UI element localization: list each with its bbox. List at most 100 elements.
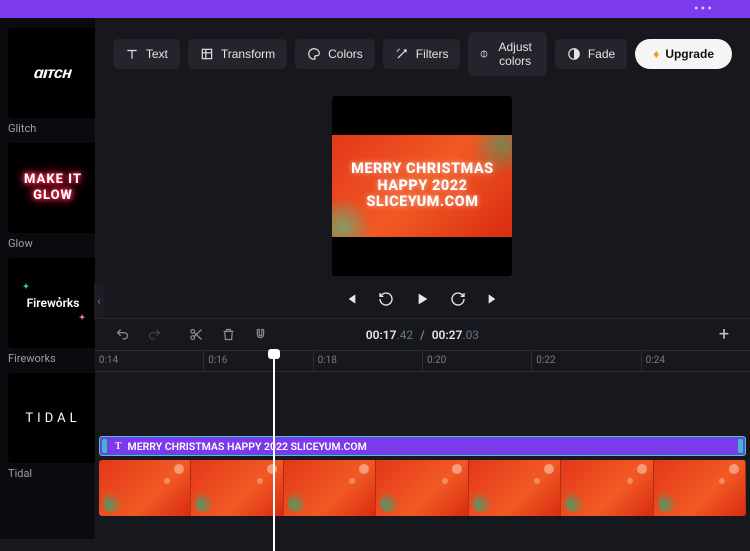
redo-button[interactable] xyxy=(141,323,169,347)
glow-logo-l1: MAKE IT xyxy=(24,172,82,187)
sidebar-item-tidal[interactable]: TIDAL Tidal xyxy=(8,373,87,480)
clip-frame-thumb xyxy=(191,460,283,516)
adjust-colors-button[interactable]: Adjust colors xyxy=(468,32,546,76)
video-clip[interactable] xyxy=(99,460,746,516)
add-track-button[interactable]: + xyxy=(712,324,736,345)
wand-icon xyxy=(395,47,409,61)
timeline-tracks[interactable]: T MERRY CHRISTMAS HAPPY 2022 SLICEYUM.CO… xyxy=(95,372,750,516)
play-icon xyxy=(414,291,430,307)
upgrade-button-label: Upgrade xyxy=(665,47,714,61)
redo-icon xyxy=(147,327,162,342)
fast-forward-button[interactable] xyxy=(449,290,467,308)
clip-frame-thumb xyxy=(654,460,746,516)
video-overlay-text: MERRY CHRISTMAS HAPPY 2022 SLICEYUM.COM xyxy=(347,161,498,211)
timeline-ruler[interactable]: 0:14 0:16 0:18 0:20 0:22 0:24 xyxy=(95,350,750,372)
sidebar-label-tidal: Tidal xyxy=(8,467,87,480)
tidal-thumbnail: TIDAL xyxy=(8,373,95,463)
transform-button[interactable]: Transform xyxy=(188,39,287,69)
total-time-frac: .03 xyxy=(462,328,479,342)
glow-logo-l2: GLOW xyxy=(33,188,73,203)
ruler-tick: 0:24 xyxy=(641,351,750,371)
split-button[interactable] xyxy=(183,323,211,347)
ruler-tick: 0:20 xyxy=(422,351,531,371)
skip-start-button[interactable] xyxy=(341,290,359,308)
diamond-icon: ♦ xyxy=(653,47,659,61)
delete-button[interactable] xyxy=(215,323,243,347)
rewind-icon xyxy=(378,291,394,307)
text-button[interactable]: Text xyxy=(113,39,180,69)
colors-button[interactable]: Colors xyxy=(295,39,375,69)
skip-end-button[interactable] xyxy=(485,290,503,308)
rewind-button[interactable] xyxy=(377,290,395,308)
transform-button-label: Transform xyxy=(221,47,275,61)
text-button-label: Text xyxy=(146,47,168,61)
skip-start-icon xyxy=(342,291,358,307)
adjust-colors-button-label: Adjust colors xyxy=(495,40,534,68)
glitch-logo: ɑıᴛᴄʜ xyxy=(33,63,73,83)
main-area: ɑıᴛᴄʜ Glitch MAKE IT GLOW Glow Firewỏrks… xyxy=(0,18,750,539)
clip-frame-thumb xyxy=(99,460,191,516)
preview-line2: HAPPY 2022 xyxy=(377,177,467,194)
snap-button[interactable] xyxy=(247,323,275,347)
fast-forward-icon xyxy=(450,291,466,307)
video-preview[interactable]: MERRY CHRISTMAS HAPPY 2022 SLICEYUM.COM xyxy=(332,96,512,276)
upgrade-button[interactable]: ♦ Upgrade xyxy=(635,39,732,69)
text-clip-label: MERRY CHRISTMAS HAPPY 2022 SLICEYUM.COM xyxy=(128,440,367,453)
total-time: 00:27 xyxy=(432,328,463,342)
current-time: 00:17 xyxy=(366,328,397,342)
transform-icon xyxy=(200,47,214,61)
playback-controls xyxy=(341,290,503,308)
fireworks-thumbnail: Firewỏrks xyxy=(8,258,95,348)
fireworks-logo: Firewỏrks xyxy=(27,296,80,310)
fade-button-label: Fade xyxy=(588,47,615,61)
sidebar-item-glow[interactable]: MAKE IT GLOW Glow xyxy=(8,143,87,250)
glow-thumbnail: MAKE IT GLOW xyxy=(8,143,95,233)
sidebar-label-glow: Glow xyxy=(8,237,87,250)
tidal-logo: TIDAL xyxy=(25,411,80,426)
glitch-thumbnail: ɑıᴛᴄʜ xyxy=(8,28,95,118)
text-icon: T xyxy=(115,441,122,452)
sidebar-collapse-handle[interactable]: ‹ xyxy=(94,283,104,319)
trash-icon xyxy=(221,327,236,342)
text-icon xyxy=(125,47,139,61)
video-frame: MERRY CHRISTMAS HAPPY 2022 SLICEYUM.COM xyxy=(332,135,512,237)
sidebar-item-fireworks[interactable]: Firewỏrks Fireworks xyxy=(8,258,87,365)
preview-line3: SLICEYUM.COM xyxy=(366,193,478,210)
current-time-frac: .42 xyxy=(396,328,413,342)
timecode-separator: / xyxy=(420,328,425,342)
clip-frame-thumb xyxy=(376,460,468,516)
undo-button[interactable] xyxy=(109,323,137,347)
undo-icon xyxy=(115,327,130,342)
more-menu-icon[interactable]: ••• xyxy=(694,1,714,17)
clip-frame-thumb xyxy=(469,460,561,516)
sidebar-label-glitch: Glitch xyxy=(8,122,87,135)
ruler-tick: 0:22 xyxy=(531,351,640,371)
preview-line1: MERRY CHRISTMAS xyxy=(351,160,494,177)
fade-button[interactable]: Fade xyxy=(555,39,627,69)
ruler-tick: 0:14 xyxy=(95,351,203,371)
colors-button-label: Colors xyxy=(328,47,363,61)
contrast-icon xyxy=(480,47,488,61)
style-sidebar: ɑıᴛᴄʜ Glitch MAKE IT GLOW Glow Firewỏrks… xyxy=(0,18,95,539)
timeline-toolbar: 00:17.42 / 00:27.03 + xyxy=(95,318,750,350)
ruler-tick: 0:16 xyxy=(203,351,312,371)
ruler-tick: 0:18 xyxy=(313,351,422,371)
play-button[interactable] xyxy=(413,290,431,308)
filters-button[interactable]: Filters xyxy=(383,39,461,69)
magnet-icon xyxy=(253,327,268,342)
timecode-display: 00:17.42 / 00:27.03 xyxy=(366,328,479,342)
text-clip[interactable]: T MERRY CHRISTMAS HAPPY 2022 SLICEYUM.CO… xyxy=(99,436,746,456)
editor-toolbar: Text Transform Colors Filters Adjust col… xyxy=(95,18,750,90)
app-title-bar: ••• xyxy=(0,0,750,18)
fade-icon xyxy=(567,47,581,61)
clip-frame-thumb xyxy=(561,460,653,516)
skip-end-icon xyxy=(486,291,502,307)
glow-logo: MAKE IT GLOW xyxy=(24,172,82,203)
sidebar-label-fireworks: Fireworks xyxy=(8,352,87,365)
clip-handle-left[interactable] xyxy=(102,439,107,453)
editor-panel: ‹ Text Transform Colors Filters Adjust c… xyxy=(95,18,750,539)
clip-frame-thumb xyxy=(284,460,376,516)
clip-handle-right[interactable] xyxy=(738,439,743,453)
playhead[interactable] xyxy=(273,351,275,551)
sidebar-item-glitch[interactable]: ɑıᴛᴄʜ Glitch xyxy=(8,28,87,135)
